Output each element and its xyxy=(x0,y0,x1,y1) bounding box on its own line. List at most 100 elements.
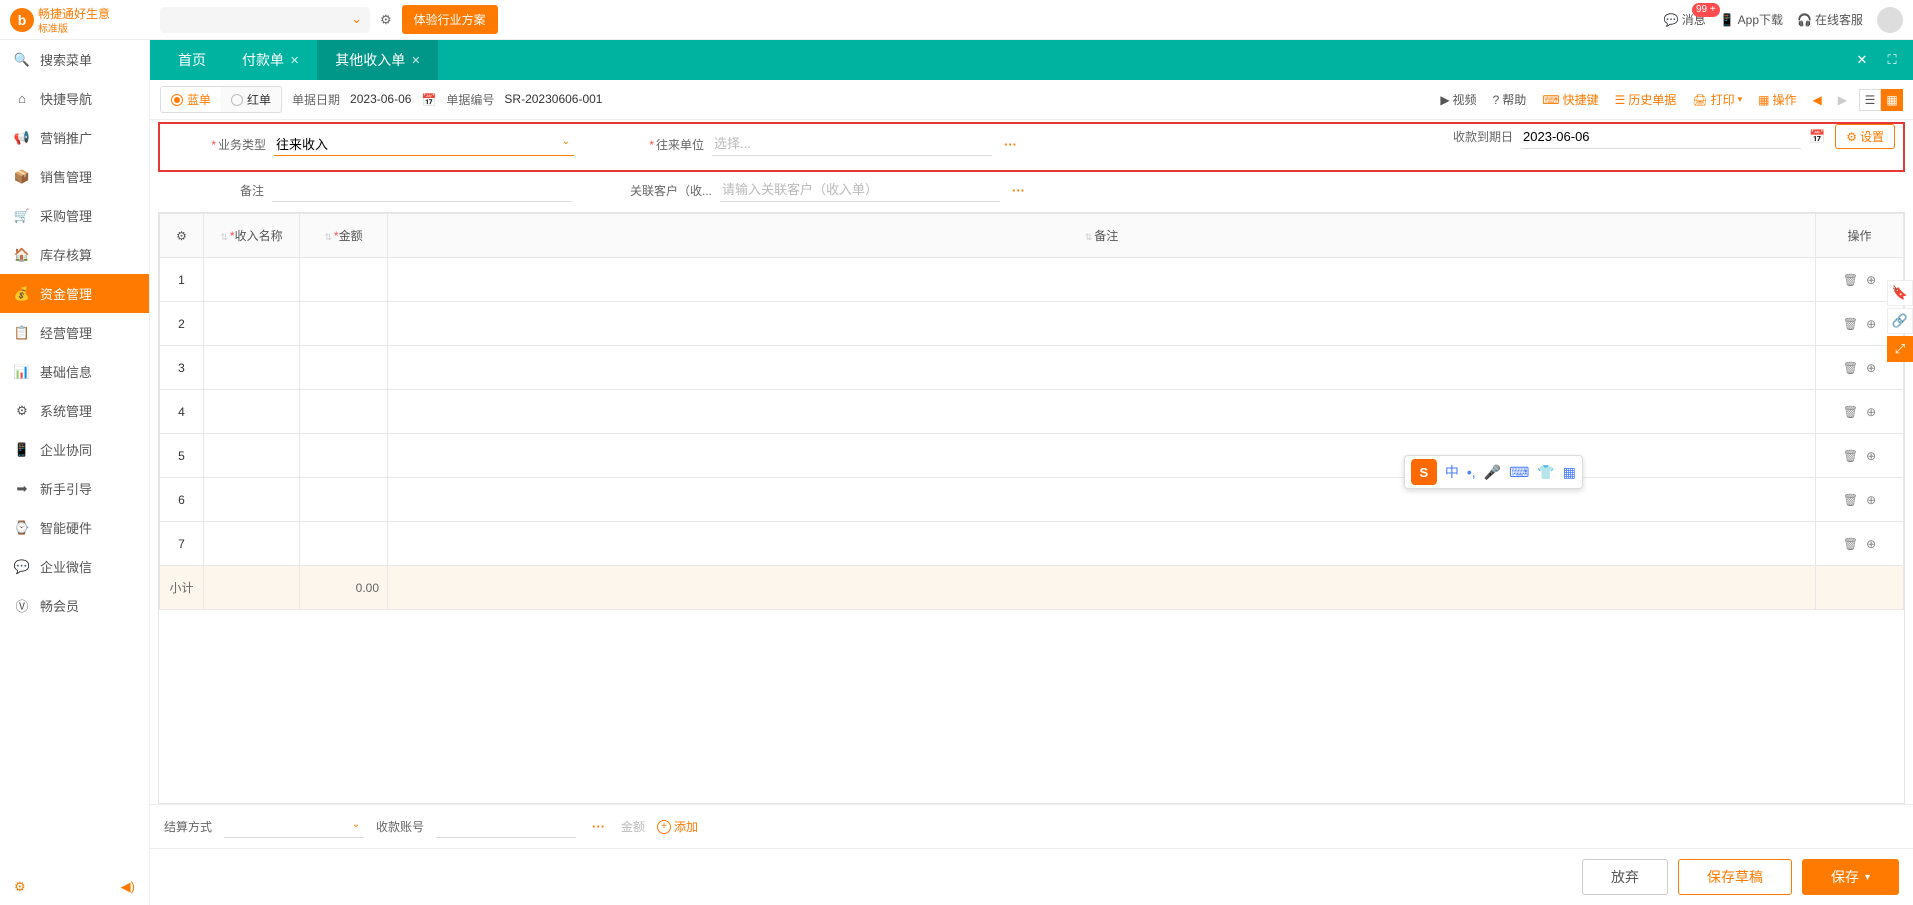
pay-account-more-icon[interactable]: ··· xyxy=(588,819,609,834)
sidebar-item-basic-info[interactable]: 📊基础信息 xyxy=(0,352,149,391)
add-row-icon[interactable]: ⊕ xyxy=(1866,273,1876,287)
cell-remark[interactable] xyxy=(388,434,1816,478)
sidebar-item-funds[interactable]: 💰资金管理 xyxy=(0,274,149,313)
sidebar-item-quick-nav[interactable]: ⌂快捷导航 xyxy=(0,79,149,118)
cell-remark[interactable] xyxy=(388,346,1816,390)
add-row-icon[interactable]: ⊕ xyxy=(1866,537,1876,551)
ime-punct-icon[interactable]: •, xyxy=(1467,464,1476,480)
cell-income-name[interactable] xyxy=(204,434,300,478)
due-date-input[interactable] xyxy=(1521,125,1801,149)
rel-customer-more-icon[interactable]: ··· xyxy=(1008,183,1029,198)
add-row-icon[interactable]: ⊕ xyxy=(1866,405,1876,419)
save-button[interactable]: 保存 ▾ xyxy=(1802,859,1899,895)
print-link[interactable]: 🖨打印▾ xyxy=(1688,89,1746,110)
view-card-icon[interactable]: ▦ xyxy=(1881,89,1903,111)
cell-income-name[interactable] xyxy=(204,522,300,566)
add-row-icon[interactable]: ⊕ xyxy=(1866,361,1876,375)
cell-amount[interactable] xyxy=(300,258,388,302)
ime-mic-icon[interactable]: 🎤 xyxy=(1484,464,1501,481)
delete-icon[interactable]: 🗑 xyxy=(1843,361,1858,375)
org-select[interactable]: ⌄ xyxy=(160,7,370,33)
float-link-icon[interactable]: 🔗 xyxy=(1887,308,1913,334)
ime-keyboard-icon[interactable]: ⌨ xyxy=(1509,464,1529,481)
customer-service-link[interactable]: 🎧 在线客服 xyxy=(1797,11,1863,28)
delete-icon[interactable]: 🗑 xyxy=(1843,273,1858,287)
sidebar-item-guide[interactable]: ➡新手引导 xyxy=(0,469,149,508)
messages-link[interactable]: 💬 消息 99 + xyxy=(1664,11,1706,28)
add-row-icon[interactable]: ⊕ xyxy=(1866,317,1876,331)
ime-menu-icon[interactable]: ▦ xyxy=(1563,464,1576,481)
remark-input[interactable] xyxy=(272,178,572,202)
video-link[interactable]: ▶视频 xyxy=(1436,89,1480,110)
float-bookmark-icon[interactable]: 🔖 xyxy=(1887,280,1913,306)
col-config[interactable]: ⚙ xyxy=(160,214,204,258)
add-payment-button[interactable]: + 添加 xyxy=(657,818,698,835)
sidebar-item-system[interactable]: ⚙系统管理 xyxy=(0,391,149,430)
gear-icon[interactable]: ⚙ xyxy=(380,12,392,28)
prev-button[interactable]: ◀ xyxy=(1809,91,1826,109)
cell-remark[interactable] xyxy=(388,522,1816,566)
unit-more-icon[interactable]: ··· xyxy=(1000,137,1021,152)
cell-income-name[interactable] xyxy=(204,346,300,390)
delete-icon[interactable]: 🗑 xyxy=(1843,493,1858,507)
view-list-icon[interactable]: ☰ xyxy=(1859,89,1881,111)
add-row-icon[interactable]: ⊕ xyxy=(1866,449,1876,463)
action-link[interactable]: ▦操作 xyxy=(1754,89,1800,110)
experience-button[interactable]: 体验行业方案 xyxy=(402,5,498,34)
close-icon[interactable]: ✕ xyxy=(290,54,299,67)
hotkey-link[interactable]: ⌨快捷键 xyxy=(1538,89,1602,110)
unit-input[interactable] xyxy=(712,132,992,156)
ime-lang[interactable]: 中 xyxy=(1445,462,1459,482)
col-remark[interactable]: ⇅备注 xyxy=(388,214,1816,258)
rel-customer-input[interactable] xyxy=(720,178,1000,202)
cell-amount[interactable] xyxy=(300,390,388,434)
ime-skin-icon[interactable]: 👕 xyxy=(1537,464,1554,481)
cell-amount[interactable] xyxy=(300,346,388,390)
tabs-expand-icon[interactable]: ⛶ xyxy=(1881,49,1903,71)
cell-amount[interactable] xyxy=(300,302,388,346)
close-icon[interactable]: ✕ xyxy=(411,54,420,67)
pay-account-input[interactable] xyxy=(436,815,576,838)
collapse-icon[interactable]: ◀) xyxy=(121,879,135,895)
settings-button[interactable]: ⚙设置 xyxy=(1835,124,1895,149)
sidebar-item-wecom[interactable]: 💬企业微信 xyxy=(0,547,149,586)
biz-type-select[interactable] xyxy=(274,132,574,156)
cell-income-name[interactable] xyxy=(204,302,300,346)
cell-amount[interactable] xyxy=(300,522,388,566)
cell-income-name[interactable] xyxy=(204,390,300,434)
next-button[interactable]: ▶ xyxy=(1834,91,1851,109)
cell-remark[interactable] xyxy=(388,258,1816,302)
cell-amount[interactable] xyxy=(300,434,388,478)
sidebar-item-hardware[interactable]: ⌚智能硬件 xyxy=(0,508,149,547)
sidebar-item-operation[interactable]: 📋经营管理 xyxy=(0,313,149,352)
pay-method-select[interactable] xyxy=(224,815,364,838)
sidebar-item-sales[interactable]: 📦销售管理 xyxy=(0,157,149,196)
cell-income-name[interactable] xyxy=(204,258,300,302)
history-link[interactable]: ☰历史单据 xyxy=(1611,89,1681,110)
col-amount[interactable]: ⇅*金额 xyxy=(300,214,388,258)
sidebar-item-search-menu[interactable]: 🔍搜索菜单 xyxy=(0,40,149,79)
app-download-link[interactable]: 📱 App下载 xyxy=(1720,11,1783,28)
cell-remark[interactable] xyxy=(388,390,1816,434)
cell-remark[interactable] xyxy=(388,478,1816,522)
delete-icon[interactable]: 🗑 xyxy=(1843,537,1858,551)
calendar-icon[interactable]: 📅 xyxy=(421,93,436,107)
settings-icon[interactable]: ⚙ xyxy=(14,879,26,895)
sidebar-item-purchase[interactable]: 🛒采购管理 xyxy=(0,196,149,235)
sidebar-item-inventory[interactable]: 🏠库存核算 xyxy=(0,235,149,274)
add-row-icon[interactable]: ⊕ xyxy=(1866,493,1876,507)
avatar[interactable] xyxy=(1877,7,1903,33)
tab[interactable]: 付款单✕ xyxy=(224,40,317,80)
delete-icon[interactable]: 🗑 xyxy=(1843,449,1858,463)
tab[interactable]: 其他收入单✕ xyxy=(317,40,438,80)
sidebar-item-marketing[interactable]: 📢营销推广 xyxy=(0,118,149,157)
delete-icon[interactable]: 🗑 xyxy=(1843,317,1858,331)
save-draft-button[interactable]: 保存草稿 xyxy=(1678,859,1792,895)
sidebar-item-member[interactable]: Ⓥ畅会员 xyxy=(0,586,149,625)
tab[interactable]: 首页 xyxy=(160,40,224,80)
doc-date-value[interactable]: 2023-06-06 xyxy=(346,90,415,109)
delete-icon[interactable]: 🗑 xyxy=(1843,405,1858,419)
cell-remark[interactable] xyxy=(388,302,1816,346)
cell-income-name[interactable] xyxy=(204,478,300,522)
tabs-close-icon[interactable]: ✕ xyxy=(1851,49,1873,71)
